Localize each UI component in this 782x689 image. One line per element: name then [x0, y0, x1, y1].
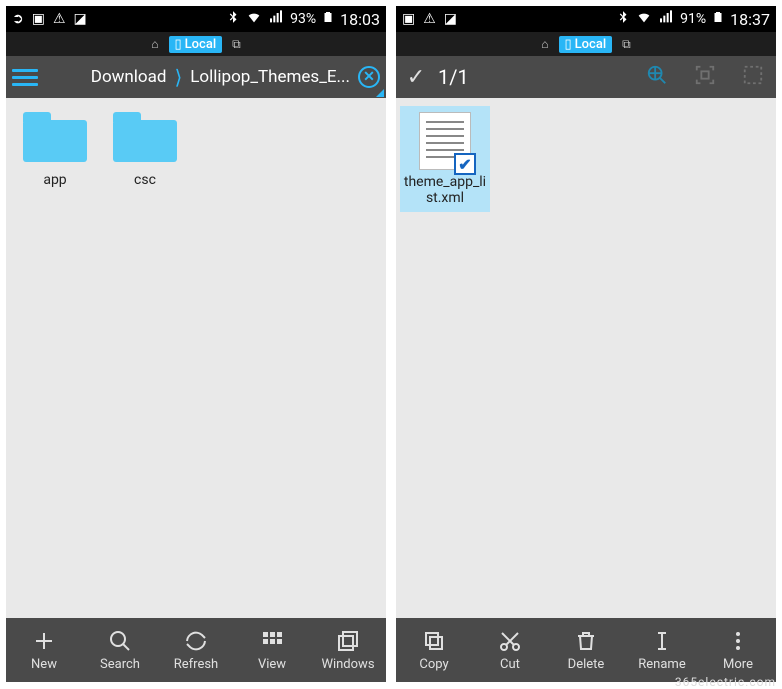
more-label: More [723, 657, 753, 672]
bluetooth-icon [616, 10, 630, 28]
view-button[interactable]: View [237, 629, 307, 672]
file-grid: theme_app_list.xml [396, 98, 776, 618]
more-button[interactable]: More [703, 629, 773, 672]
selection-count: 1/1 [438, 65, 638, 89]
search-label: Search [100, 657, 140, 672]
sd-icon: ▯ [565, 37, 572, 52]
new-label: New [31, 657, 57, 672]
bottom-toolbar: New Search Refresh View Windows [6, 618, 386, 682]
devices-icon[interactable]: ⧉ [232, 37, 241, 52]
checked-icon [454, 153, 476, 175]
warning-icon: ⚠ [53, 11, 66, 27]
breadcrumb-bar: Download ⟩ Lollipop_Themes_E... ✕ [6, 56, 386, 98]
breadcrumb-parent[interactable]: Download [91, 67, 167, 87]
warning-icon: ⚠ [423, 11, 436, 27]
storage-label: Local [185, 37, 217, 52]
search-button[interactable]: Search [85, 629, 155, 672]
check-icon[interactable]: ✓ [402, 63, 430, 91]
copy-label: Copy [419, 657, 448, 672]
battery-icon [322, 9, 334, 29]
sd-icon: ▯ [175, 37, 182, 52]
clock-text: 18:03 [340, 10, 380, 29]
wifi-icon [246, 9, 262, 29]
breadcrumb-current[interactable]: Lollipop_Themes_E... [190, 67, 350, 87]
refresh-label: Refresh [174, 657, 218, 672]
windows-button[interactable]: Windows [313, 629, 383, 672]
close-icon[interactable]: ✕ [358, 66, 380, 88]
delete-button[interactable]: Delete [551, 629, 621, 672]
selection-bar: ✓ 1/1 [396, 56, 776, 98]
folder-label: csc [134, 172, 156, 188]
select-all-icon[interactable] [742, 64, 764, 91]
location-bar: ⌂ ▯ Local ⧉ [6, 32, 386, 56]
scan-icon[interactable] [694, 64, 716, 91]
folder-tile[interactable]: app [10, 106, 100, 194]
devices-icon[interactable]: ⧉ [622, 37, 631, 52]
folder-tile[interactable]: csc [100, 106, 190, 194]
location-bar: ⌂ ▯ Local ⧉ [396, 32, 776, 56]
loop-icon: ➲ [12, 11, 24, 27]
battery-text: 93% [290, 11, 316, 27]
folder-icon [113, 112, 177, 162]
home-icon[interactable]: ⌂ [541, 37, 548, 51]
file-tile[interactable]: theme_app_list.xml [400, 106, 490, 212]
refresh-button[interactable]: Refresh [161, 629, 231, 672]
storage-label: Local [575, 37, 607, 52]
rename-button[interactable]: Rename [627, 629, 697, 672]
folder-grid: app csc [6, 98, 386, 618]
clock-text: 18:37 [730, 10, 770, 29]
right-screenshot: ▣ ⚠ ◪ 91% 18:37 ⌂ ▯ Local ⧉ [396, 6, 776, 682]
picture-icon: ▣ [402, 11, 415, 27]
rename-label: Rename [638, 657, 685, 672]
picture-icon: ▣ [32, 11, 45, 27]
notification-icon: ◪ [74, 11, 87, 27]
file-label: theme_app_list.xml [401, 174, 489, 206]
breadcrumb-separator: ⟩ [174, 65, 182, 89]
status-bar: ➲ ▣ ⚠ ◪ 93% 18:03 [6, 6, 386, 32]
menu-icon[interactable] [12, 64, 38, 90]
status-bar: ▣ ⚠ ◪ 91% 18:37 [396, 6, 776, 32]
battery-text: 91% [680, 11, 706, 27]
notification-icon: ◪ [444, 11, 457, 27]
home-icon[interactable]: ⌂ [151, 37, 158, 51]
bottom-toolbar: Copy Cut Delete Rename More [396, 618, 776, 682]
signal-icon [658, 9, 674, 29]
storage-badge[interactable]: ▯ Local [169, 36, 223, 53]
signal-icon [268, 9, 284, 29]
storage-badge[interactable]: ▯ Local [559, 36, 613, 53]
cut-button[interactable]: Cut [475, 629, 545, 672]
new-button[interactable]: New [9, 629, 79, 672]
file-icon [419, 112, 471, 170]
copy-button[interactable]: Copy [399, 629, 469, 672]
wifi-icon [636, 9, 652, 29]
battery-icon [712, 9, 724, 29]
folder-label: app [43, 172, 66, 188]
windows-label: Windows [321, 657, 374, 672]
cut-label: Cut [500, 657, 520, 672]
net-search-icon[interactable] [646, 64, 668, 91]
folder-icon [23, 112, 87, 162]
left-screenshot: ➲ ▣ ⚠ ◪ 93% 18:03 ⌂ ▯ Local [6, 6, 386, 682]
watermark: 365electric.com [675, 675, 776, 689]
bluetooth-icon [226, 10, 240, 28]
delete-label: Delete [568, 657, 605, 672]
view-label: View [258, 657, 286, 672]
